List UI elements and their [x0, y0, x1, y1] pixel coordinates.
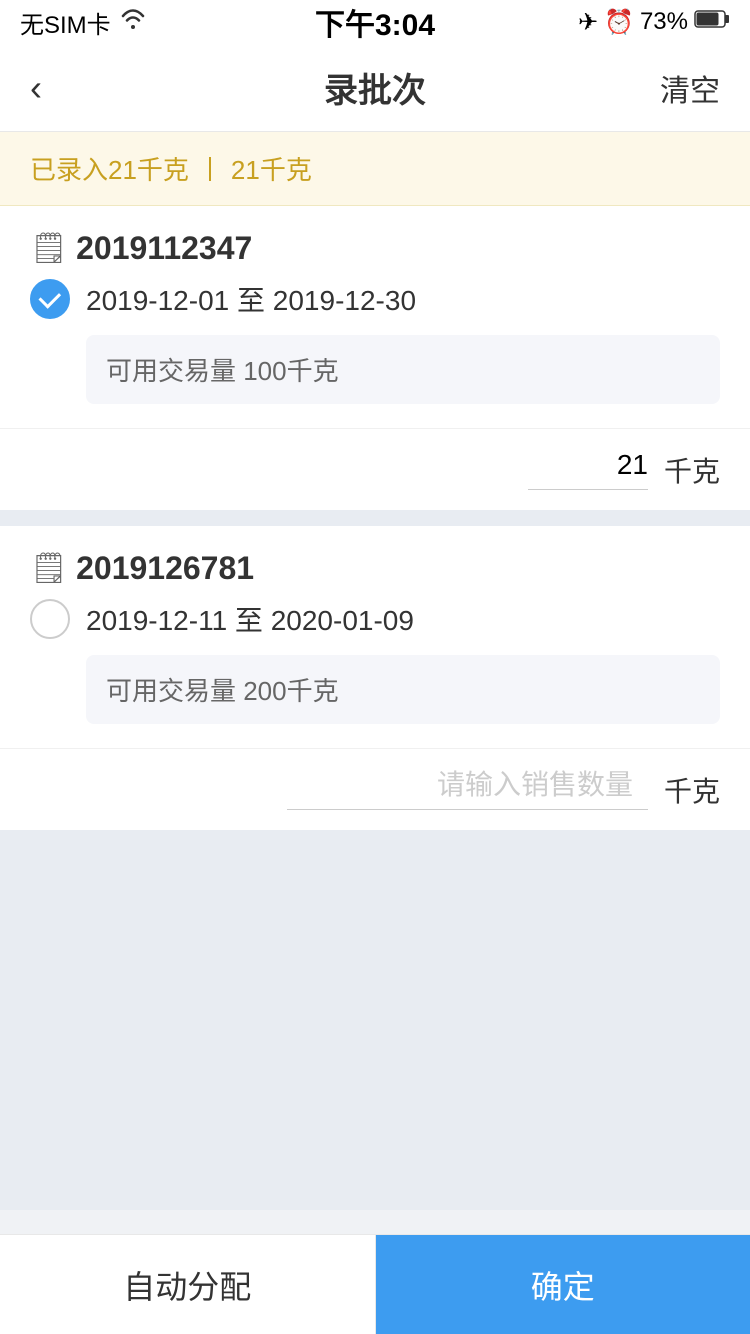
batch-2-card: 🗒 2019126781 2019-12-11 至 2020-01-09 可用交… — [0, 526, 750, 830]
batch-1-amount-value: 21 — [528, 449, 648, 490]
batch-id-icon-2: 🗒 — [30, 551, 68, 586]
section-divider — [0, 510, 750, 526]
batch-2-id-row: 🗒 2019126781 — [30, 550, 720, 587]
battery-text: 73% — [640, 8, 688, 36]
battery-icon — [694, 8, 730, 36]
status-bar: 无SIM卡 下午3:04 ✈ ⏰ 73% — [0, 0, 750, 44]
location-icon: ✈ — [578, 8, 598, 37]
summary-bar: 已录入21千克 21千克 — [0, 132, 750, 206]
batch-2-input-row: 千克 — [0, 748, 750, 830]
batch-1-unit: 千克 — [664, 450, 720, 490]
batch-2-date: 2019-12-11 至 2020-01-09 — [86, 599, 414, 639]
batch-2-radio[interactable] — [30, 599, 70, 639]
auto-distribute-button[interactable]: 自动分配 — [0, 1235, 376, 1334]
batch-2-available: 可用交易量 200千克 — [86, 655, 720, 724]
batch-2-item: 🗒 2019126781 2019-12-11 至 2020-01-09 可用交… — [0, 526, 750, 724]
batch-1-id-row: 🗒 2019112347 — [30, 230, 720, 267]
batch-1-available: 可用交易量 100千克 — [86, 335, 720, 404]
batch-2-qty-input[interactable] — [287, 769, 648, 810]
batch-1-date-row[interactable]: 2019-12-01 至 2019-12-30 — [30, 279, 720, 319]
carrier-text: 无SIM卡 — [20, 5, 111, 40]
batch-1-date: 2019-12-01 至 2019-12-30 — [86, 279, 416, 319]
batch-1-radio[interactable] — [30, 279, 70, 319]
back-button[interactable]: ‹ — [30, 67, 90, 109]
batch-2-id: 2019126781 — [76, 550, 254, 587]
page-title: 录批次 — [324, 63, 426, 112]
time-display: 下午3:04 — [315, 0, 435, 44]
batch-1-amount-row: 21 千克 — [0, 428, 750, 510]
batch-2-unit: 千克 — [664, 770, 720, 810]
clear-button[interactable]: 清空 — [660, 66, 720, 110]
wifi-icon — [119, 8, 147, 37]
batch-2-date-row[interactable]: 2019-12-11 至 2020-01-09 — [30, 599, 720, 639]
batch-1-card: 🗒 2019112347 2019-12-01 至 2019-12-30 可用交… — [0, 206, 750, 510]
alarm-icon: ⏰ — [604, 8, 634, 37]
nav-bar: ‹ 录批次 清空 — [0, 44, 750, 132]
status-left: 无SIM卡 — [20, 5, 147, 40]
summary-value: 21千克 — [231, 150, 312, 187]
status-right: ✈ ⏰ 73% — [578, 8, 730, 37]
batch-1-id: 2019112347 — [76, 230, 252, 267]
summary-label: 已录入21千克 — [30, 150, 189, 187]
empty-area — [0, 830, 750, 1210]
footer: 自动分配 确定 — [0, 1234, 750, 1334]
batch-1-item: 🗒 2019112347 2019-12-01 至 2019-12-30 可用交… — [0, 206, 750, 404]
batch-1-quantity: 21 — [617, 449, 648, 480]
batch-id-icon-1: 🗒 — [30, 231, 68, 266]
confirm-button[interactable]: 确定 — [376, 1235, 750, 1334]
summary-divider — [209, 157, 211, 181]
